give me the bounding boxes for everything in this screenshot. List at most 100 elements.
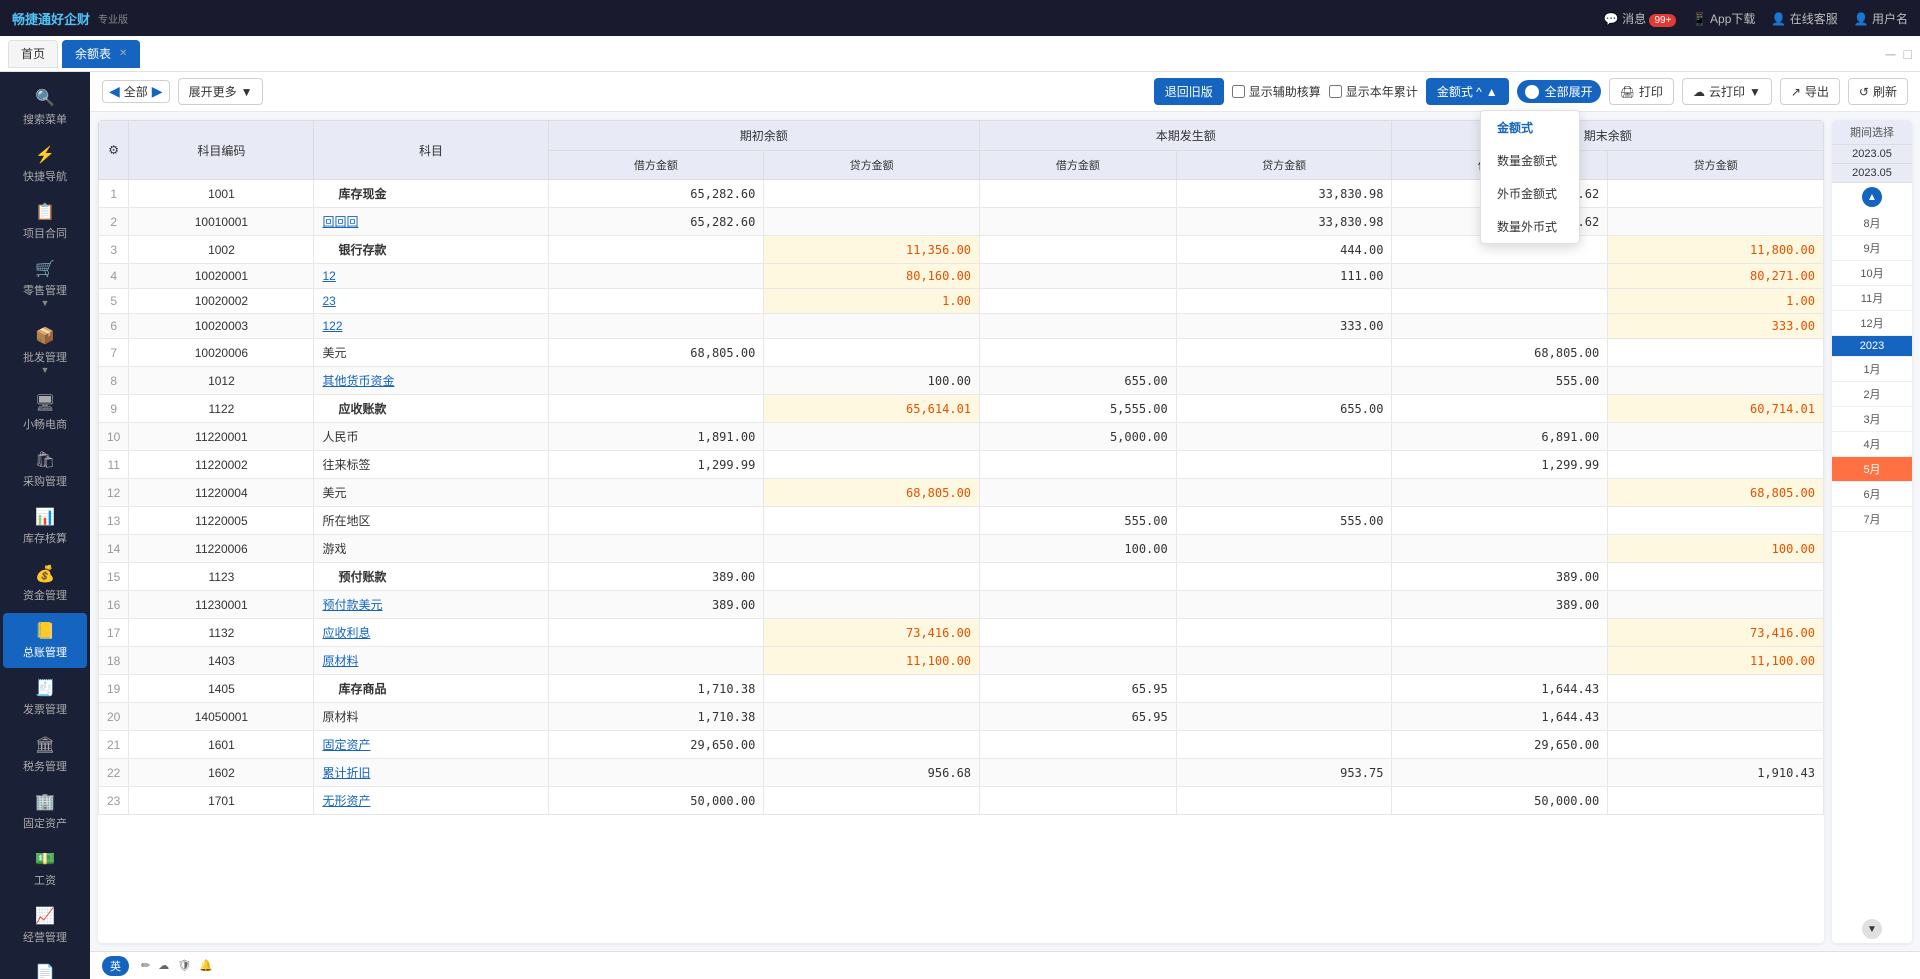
sidebar-item-invoice[interactable]: 🧾 发票管理 [3, 670, 87, 725]
op-credit-cell [764, 703, 980, 731]
account-name-cell: 库存现金 [314, 180, 548, 208]
sidebar-item-ledger[interactable]: 📒 总账管理 [3, 613, 87, 668]
cloud-sync-icon[interactable]: ☁ [158, 959, 169, 972]
auxiliary-check[interactable] [1232, 85, 1245, 98]
period-down-btn[interactable]: ▼ [1862, 919, 1882, 939]
cur-debit-cell: 100.00 [980, 535, 1177, 563]
tab-maximize-btn[interactable]: □ [1904, 46, 1912, 62]
tab-balance-close[interactable]: ✕ [119, 48, 127, 59]
account-code-cell: 11220004 [129, 479, 314, 507]
sidebar-item-purchase[interactable]: 🛍 采购管理 [3, 442, 87, 497]
period-item-2023[interactable]: 2023 [1832, 336, 1912, 357]
period-item-6[interactable]: 6月 [1832, 482, 1912, 507]
account-name-cell[interactable]: 其他货币资金 [314, 367, 548, 395]
annual-check[interactable] [1329, 85, 1342, 98]
auxiliary-label: 显示辅助核算 [1249, 83, 1321, 100]
period-item-10[interactable]: 10月 [1832, 261, 1912, 286]
dropdown-item-qty-foreign[interactable]: 数量外币式 [1481, 210, 1579, 243]
account-name-cell[interactable]: 回回回 [314, 208, 548, 236]
sidebar-item-report[interactable]: 📄 小畅报销 [3, 955, 87, 979]
message-link[interactable]: 💬 消息 99+ [1604, 10, 1677, 27]
period-nav-up: ▲ [1832, 183, 1912, 211]
sidebar-item-tax[interactable]: 🏛 税务管理 [3, 727, 87, 782]
amount-mode-btn[interactable]: 金额式 ^ ▲ [1426, 78, 1509, 105]
tab-home[interactable]: 首页 [8, 40, 58, 68]
period-item-1[interactable]: 1月 [1832, 357, 1912, 382]
account-name-cell[interactable]: 122 [314, 314, 548, 339]
dropdown-item-foreign-amount[interactable]: 外币金额式 [1481, 177, 1579, 210]
expand-all-toggle[interactable]: 全部展开 [1517, 80, 1601, 103]
current-debit-header: 借方金额 [980, 151, 1177, 180]
account-name-cell[interactable]: 应收利息 [314, 619, 548, 647]
period-item-8[interactable]: 8月 [1832, 211, 1912, 236]
sidebar-item-inventory[interactable]: 📊 库存核算 [3, 499, 87, 554]
op-credit-cell [764, 423, 980, 451]
refresh-btn[interactable]: ↺ 刷新 [1848, 78, 1908, 105]
expand-more-label: 展开更多 [189, 83, 237, 100]
user-profile[interactable]: 👤 用户名 [1854, 10, 1908, 27]
sidebar-item-contract[interactable]: 📋 项目合同 [3, 194, 87, 249]
sidebar-item-ecommerce[interactable]: 🖥 小畅电商 [3, 385, 87, 440]
return-old-btn[interactable]: 退回旧版 [1154, 78, 1224, 105]
account-code-cell: 10020002 [129, 289, 314, 314]
download-link[interactable]: 📱 App下载 [1692, 10, 1755, 27]
export-btn[interactable]: ↗ 导出 [1780, 78, 1840, 105]
account-name-cell[interactable]: 无形资产 [314, 787, 548, 815]
period-item-11[interactable]: 11月 [1832, 286, 1912, 311]
table-row: 11 11220002 往来标签 1,299.99 1,299.99 [99, 451, 1824, 479]
nav-selector[interactable]: ◀ 全部 ▶ [102, 80, 170, 103]
sidebar-item-retail[interactable]: 🛒 零售管理 ▼ [3, 251, 87, 316]
refresh-label: 刷新 [1873, 83, 1897, 100]
account-name-cell[interactable]: 预付款美元 [314, 591, 548, 619]
print-btn[interactable]: 🖨 打印 [1609, 78, 1674, 105]
period-item-7[interactable]: 7月 [1832, 507, 1912, 532]
tab-balance[interactable]: 余额表 ✕ [62, 40, 140, 68]
show-auxiliary-checkbox[interactable]: 显示辅助核算 [1232, 83, 1321, 100]
tab-minimize-btn[interactable]: ─ [1886, 46, 1896, 62]
sidebar-item-nav[interactable]: ⚡ 快捷导航 [3, 137, 87, 192]
lang-btn[interactable]: 英 [102, 956, 129, 976]
show-annual-checkbox[interactable]: 显示本年累计 [1329, 83, 1418, 100]
cur-credit-cell [1176, 289, 1392, 314]
cur-debit-cell [980, 289, 1177, 314]
sidebar-item-assets[interactable]: 🏢 固定资产 [3, 784, 87, 839]
account-name-cell[interactable]: 12 [314, 264, 548, 289]
period-up-btn[interactable]: ▲ [1862, 187, 1882, 207]
account-name-cell[interactable]: 原材料 [314, 647, 548, 675]
sidebar-ecommerce-label: 小畅电商 [23, 416, 67, 432]
period-item-12[interactable]: 12月 [1832, 311, 1912, 336]
sidebar-item-capital[interactable]: 💰 资金管理 [3, 556, 87, 611]
dropdown-item-amount[interactable]: 金额式 [1481, 111, 1579, 144]
settings-header[interactable]: ⚙ [99, 121, 129, 180]
sidebar-item-salary[interactable]: 💵 工资 [3, 841, 87, 896]
pencil-icon[interactable]: ✏ [141, 959, 150, 972]
sidebar-item-wholesale[interactable]: 📦 批发管理 ▼ [3, 318, 87, 383]
service-link[interactable]: 👤 在线客服 [1771, 10, 1837, 27]
account-code-cell: 11220001 [129, 423, 314, 451]
table-row: 17 1132 应收利息 73,416.00 73,416.00 [99, 619, 1824, 647]
table-row: 14 11220006 游戏 100.00 100.00 [99, 535, 1824, 563]
row-number: 11 [99, 451, 129, 479]
account-name-cell: 所在地区 [314, 507, 548, 535]
account-name-cell[interactable]: 23 [314, 289, 548, 314]
row-number: 7 [99, 339, 129, 367]
dropdown-item-qty-amount[interactable]: 数量金额式 [1481, 144, 1579, 177]
sidebar-item-business[interactable]: 📈 经营管理 [3, 898, 87, 953]
sidebar-ledger-label: 总账管理 [23, 644, 67, 660]
expand-more-btn[interactable]: 展开更多 ▼ [178, 78, 264, 105]
assets-icon: 🏢 [35, 792, 55, 812]
table-row: 22 1602 累计折旧 956.68 953.75 1,910.43 [99, 759, 1824, 787]
account-name-cell[interactable]: 固定资产 [314, 731, 548, 759]
cloud-print-btn[interactable]: ☁ 云打印 ▼ [1682, 78, 1772, 105]
sidebar-item-search[interactable]: 🔍 搜索菜单 [3, 80, 87, 135]
period-item-5[interactable]: 5月 [1832, 457, 1912, 482]
period-item-3[interactable]: 3月 [1832, 407, 1912, 432]
cur-credit-cell: 33,830.98 [1176, 208, 1392, 236]
bell-icon[interactable]: 🔔 [199, 959, 213, 972]
account-name-cell[interactable]: 累计折旧 [314, 759, 548, 787]
period-item-4[interactable]: 4月 [1832, 432, 1912, 457]
period-item-9[interactable]: 9月 [1832, 236, 1912, 261]
period-item-2[interactable]: 2月 [1832, 382, 1912, 407]
op-debit-cell: 1,299.99 [548, 451, 764, 479]
op-debit-cell: 1,710.38 [548, 703, 764, 731]
